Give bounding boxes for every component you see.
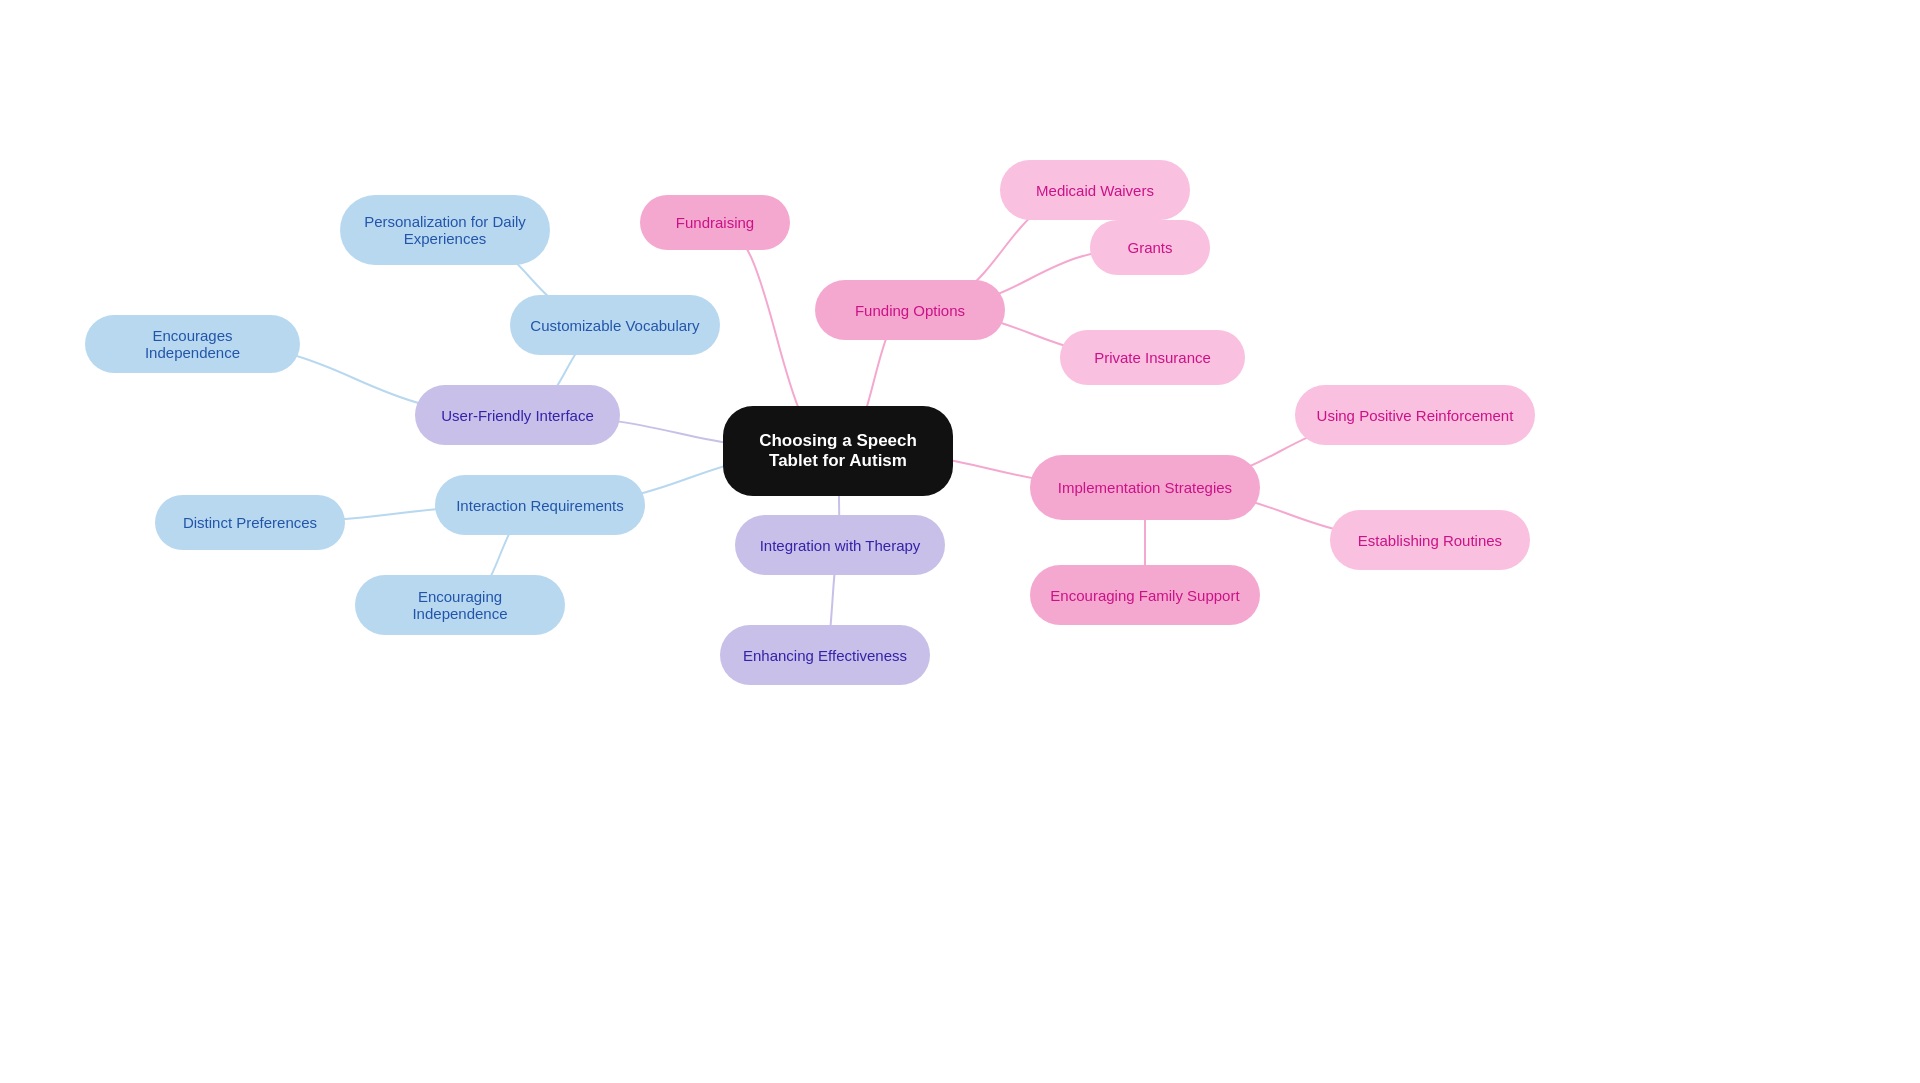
center-node[interactable]: Choosing a Speech Tablet for Autism (723, 406, 953, 496)
distinct-preferences-node[interactable]: Distinct Preferences (155, 495, 345, 550)
private-insurance-node[interactable]: Private Insurance (1060, 330, 1245, 385)
user-friendly-interface-node[interactable]: User-Friendly Interface (415, 385, 620, 445)
integration-with-therapy-node[interactable]: Integration with Therapy (735, 515, 945, 575)
medicaid-waivers-node[interactable]: Medicaid Waivers (1000, 160, 1190, 220)
implementation-strategies-node[interactable]: Implementation Strategies (1030, 455, 1260, 520)
customizable-vocabulary-node[interactable]: Customizable Vocabulary (510, 295, 720, 355)
establishing-routines-node[interactable]: Establishing Routines (1330, 510, 1530, 570)
encouraging-family-support-node[interactable]: Encouraging Family Support (1030, 565, 1260, 625)
encourages-independence-node[interactable]: Encourages Independence (85, 315, 300, 373)
using-positive-reinforcement-node[interactable]: Using Positive Reinforcement (1295, 385, 1535, 445)
encouraging-independence-node[interactable]: Encouraging Independence (355, 575, 565, 635)
funding-options-node[interactable]: Funding Options (815, 280, 1005, 340)
personalization-daily-node[interactable]: Personalization for Daily Experiences (340, 195, 550, 265)
interaction-requirements-node[interactable]: Interaction Requirements (435, 475, 645, 535)
fundraising-node[interactable]: Fundraising (640, 195, 790, 250)
grants-node[interactable]: Grants (1090, 220, 1210, 275)
enhancing-effectiveness-node[interactable]: Enhancing Effectiveness (720, 625, 930, 685)
